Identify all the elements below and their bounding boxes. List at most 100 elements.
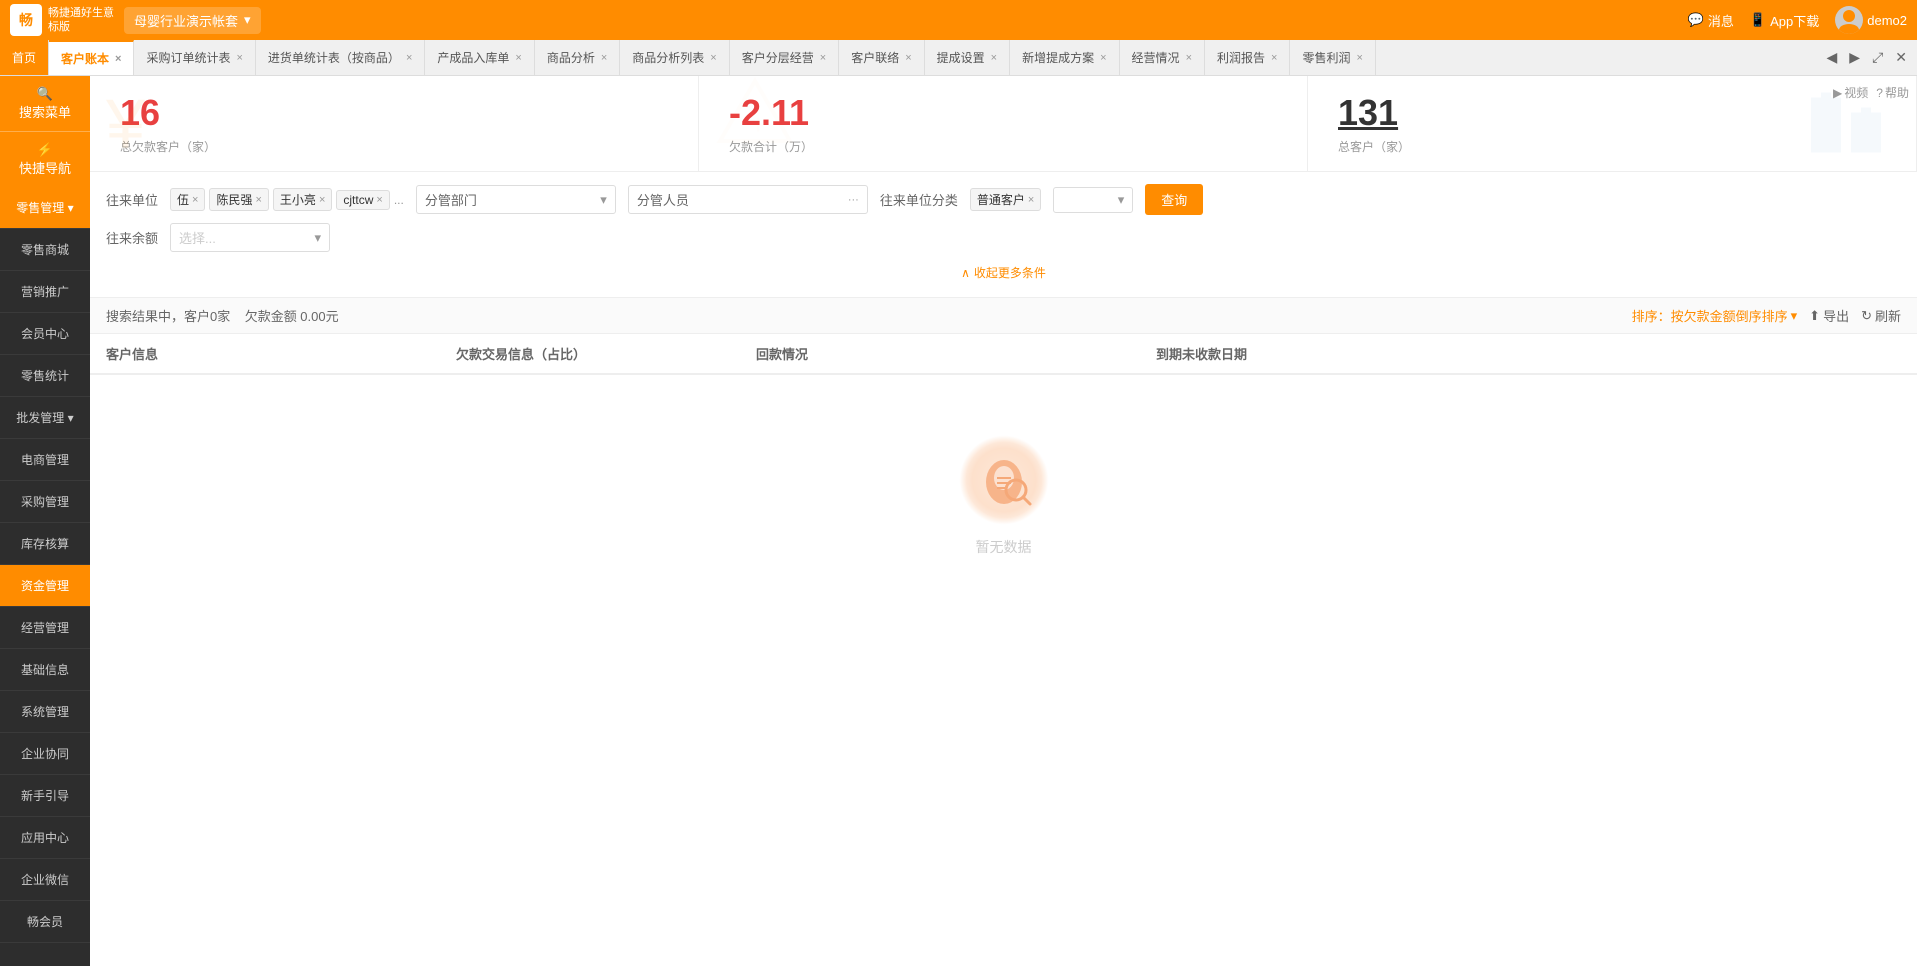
sidebar-item-wechat[interactable]: 企业微信 — [0, 859, 90, 901]
sidebar-item-inventory[interactable]: 库存核算 — [0, 523, 90, 565]
tab-bar-arrows: ◀ ▶ ⤢ ✕ — [1817, 47, 1917, 68]
sidebar-item-operation[interactable]: 经营管理 — [0, 607, 90, 649]
sidebar-item-member-center[interactable]: 会员中心 — [0, 313, 90, 355]
tab-next-arrow[interactable]: ▶ — [1845, 47, 1864, 68]
tab-customer-contact[interactable]: 客户联络 × — [839, 40, 924, 75]
tab-label: 进货单统计表（按商品） — [268, 49, 400, 66]
tab-maximize-icon[interactable]: ⤢ — [1868, 47, 1887, 68]
tab-product-analysis[interactable]: 商品分析 × — [535, 40, 620, 75]
chevron-icon: ▾ — [68, 411, 74, 425]
tab-label: 客户账本 — [61, 50, 109, 67]
tab-close-icon[interactable]: × — [820, 52, 826, 64]
tag-close-normal[interactable]: × — [1028, 194, 1034, 206]
tab-operation[interactable]: 经营情况 × — [1120, 40, 1205, 75]
user-avatar[interactable]: demo2 — [1835, 6, 1907, 34]
balance-selector[interactable]: 选择... ▾ — [170, 223, 330, 252]
tag-close-wu[interactable]: × — [192, 194, 198, 206]
stat-block-total: 131 总客户（家） — [1308, 76, 1917, 171]
stat-bg-icon2: + — [715, 76, 795, 172]
tab-home[interactable]: 首页 — [0, 40, 49, 75]
col-header-customer: 客户信息 — [106, 344, 456, 363]
tab-inbound-stats[interactable]: 进货单统计表（按商品） × — [256, 40, 425, 75]
tab-close-icon[interactable]: × — [1100, 52, 1106, 64]
tag-close-wang[interactable]: × — [319, 194, 325, 206]
sidebar-search[interactable]: 🔍 搜索菜单 — [0, 76, 90, 131]
avatar — [1835, 6, 1863, 34]
sidebar-item-retail-mall[interactable]: 零售商城 — [0, 229, 90, 271]
phone-icon: 📱 — [1750, 12, 1766, 28]
result-bar: 搜索结果中，客户0家 欠款金额 0.00元 排序：按欠款金额倒序排序 ▾ ⬆ 导… — [90, 298, 1917, 334]
table-body: 暂无数据 — [90, 375, 1917, 966]
query-button[interactable]: 查询 — [1145, 184, 1203, 215]
tab-close-all-icon[interactable]: ✕ — [1891, 47, 1911, 68]
filter-more-dots[interactable]: ... — [394, 193, 404, 207]
tab-profit-report[interactable]: 利润报告 × — [1205, 40, 1290, 75]
tab-prev-arrow[interactable]: ◀ — [1823, 47, 1842, 68]
tab-purchase-order[interactable]: 采购订单统计表 × — [134, 40, 255, 75]
col-header-debt: 欠款交易信息（占比） — [456, 344, 756, 363]
person-selector[interactable]: 分管人员 ··· — [628, 185, 868, 214]
empty-text: 暂无数据 — [976, 537, 1032, 557]
category-selector[interactable]: ▾ — [1053, 187, 1133, 213]
logo-text: 畅捷通好生意 标版 — [48, 6, 114, 35]
help-button[interactable]: ? 帮助 — [1876, 84, 1909, 101]
export-button[interactable]: ⬆ 导出 — [1809, 306, 1849, 325]
tab-product-analysis-list[interactable]: 商品分析列表 × — [620, 40, 729, 75]
sidebar-item-collab[interactable]: 企业协同 — [0, 733, 90, 775]
sidebar-item-marketing[interactable]: 营销推广 — [0, 271, 90, 313]
video-help-button[interactable]: ▶ 视频 — [1833, 84, 1868, 101]
tab-close-icon[interactable]: × — [1356, 52, 1362, 64]
tab-commission-setting[interactable]: 提成设置 × — [925, 40, 1010, 75]
top-bar-right: 💬 消息 📱 App下载 demo2 — [1688, 6, 1907, 34]
tab-close-icon[interactable]: × — [406, 52, 412, 64]
tab-close-icon[interactable]: × — [236, 52, 242, 64]
sidebar-item-ecommerce[interactable]: 电商管理 — [0, 439, 90, 481]
stat-help-area: ▶ 视频 ? 帮助 — [1833, 84, 1909, 101]
tab-label: 经营情况 — [1132, 49, 1180, 66]
tab-customer-layer[interactable]: 客户分层经营 × — [730, 40, 839, 75]
filter-row-1: 往来单位 伍 × 陈民强 × 王小亮 × cjttcw — [106, 184, 1901, 215]
sidebar-item-appcenter[interactable]: 应用中心 — [0, 817, 90, 859]
company-selector[interactable]: 母婴行业演示帐套 ▾ — [124, 7, 261, 34]
tab-label: 提成设置 — [937, 49, 985, 66]
stat-block-customers: ¥ 16 总欠款客户（家） — [90, 76, 699, 171]
main-layout: 🔍 搜索菜单 ⚡ 快捷导航 零售管理 ▾ 零售商城 营销推广 会员中心 零售统计… — [0, 76, 1917, 966]
sidebar-item-finance[interactable]: 资金管理 — [0, 565, 90, 607]
person-label: 分管人员 — [637, 190, 689, 209]
sidebar-item-purchase[interactable]: 采购管理 — [0, 481, 90, 523]
collapse-button[interactable]: ∧ 收起更多条件 — [106, 260, 1901, 285]
tab-close-icon[interactable]: × — [601, 52, 607, 64]
stats-header: ¥ 16 总欠款客户（家） + -2.11 欠款合计（万） 131 总客户（家） — [90, 76, 1917, 172]
tab-bar: 首页 客户账本 × 采购订单统计表 × 进货单统计表（按商品） × 产成品入库单… — [0, 40, 1917, 76]
dept-selector[interactable]: 分管部门 ▾ — [416, 185, 616, 214]
tab-close-icon[interactable]: × — [515, 52, 521, 64]
tab-retail-profit[interactable]: 零售利润 × — [1290, 40, 1375, 75]
sidebar-item-member[interactable]: 畅会员 — [0, 901, 90, 943]
stat-value-debt: -2.11 — [729, 92, 1277, 134]
tab-close-icon[interactable]: × — [905, 52, 911, 64]
sidebar-item-system[interactable]: 系统管理 — [0, 691, 90, 733]
sidebar-item-newuser[interactable]: 新手引导 — [0, 775, 90, 817]
refresh-button[interactable]: ↻ 刷新 — [1861, 306, 1901, 325]
sidebar-quick-nav[interactable]: ⚡ 快捷导航 — [0, 131, 90, 187]
sidebar-item-wholesale[interactable]: 批发管理 ▾ — [0, 397, 90, 439]
tab-close-icon[interactable]: × — [710, 52, 716, 64]
tab-close-icon[interactable]: × — [115, 53, 121, 65]
tag-close-chen[interactable]: × — [255, 194, 261, 206]
message-button[interactable]: 💬 消息 — [1688, 11, 1734, 30]
tab-close-icon[interactable]: × — [1271, 52, 1277, 64]
tab-label: 产成品入库单 — [437, 49, 509, 66]
app-download-button[interactable]: 📱 App下载 — [1750, 11, 1819, 30]
tab-product-inbound[interactable]: 产成品入库单 × — [425, 40, 534, 75]
tab-new-commission[interactable]: 新增提成方案 × — [1010, 40, 1119, 75]
sidebar-item-retail-mgmt[interactable]: 零售管理 ▾ — [0, 187, 90, 229]
sidebar-item-basic-info[interactable]: 基础信息 — [0, 649, 90, 691]
sort-selector[interactable]: 排序：按欠款金额倒序排序 ▾ — [1632, 306, 1798, 325]
tab-label: 客户联络 — [851, 49, 899, 66]
tab-close-icon[interactable]: × — [1186, 52, 1192, 64]
tab-close-icon[interactable]: × — [991, 52, 997, 64]
filter-tag-chen: 陈民强 × — [209, 188, 268, 211]
tab-account-book[interactable]: 客户账本 × — [49, 40, 134, 75]
sidebar-item-retail-stats[interactable]: 零售统计 — [0, 355, 90, 397]
tag-close-cjttcw[interactable]: × — [376, 194, 382, 206]
